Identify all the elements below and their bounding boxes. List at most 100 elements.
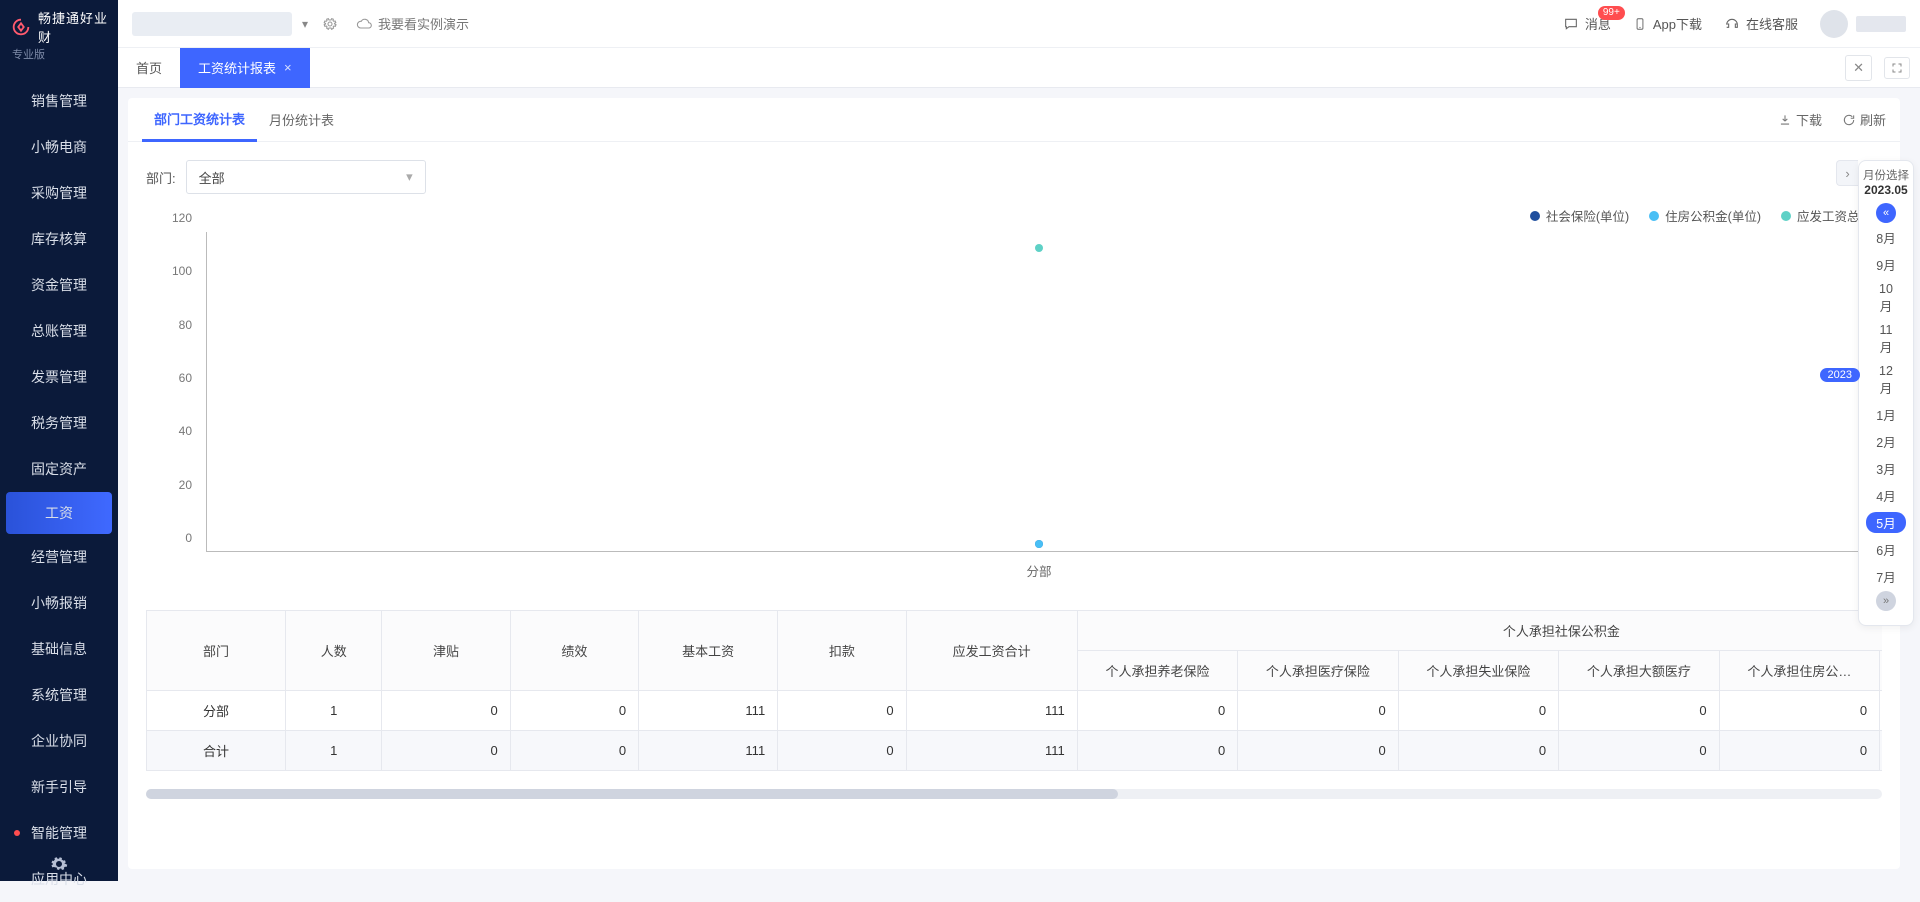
sidebar-item[interactable]: 新手引导	[0, 764, 118, 810]
month-item[interactable]: 5月	[1866, 512, 1906, 533]
refresh-icon	[1842, 113, 1856, 127]
month-item[interactable]: 2月	[1866, 431, 1906, 452]
table-cell: 0	[1077, 731, 1237, 771]
horizontal-scrollbar[interactable]	[146, 789, 1882, 799]
sidebar-item-label: 企业协同	[31, 731, 87, 751]
sidebar-item-label: 采购管理	[31, 183, 87, 203]
sidebar-item[interactable]: 总账管理	[0, 308, 118, 354]
messages-badge: 99+	[1598, 6, 1625, 20]
table-cell: 合计	[147, 731, 286, 771]
sidebar-item[interactable]: 采购管理	[0, 170, 118, 216]
month-scroll-up[interactable]: «	[1876, 203, 1896, 223]
dept-select[interactable]: 全部 ▾	[186, 160, 426, 194]
month-item[interactable]: 4月	[1866, 485, 1906, 506]
messages-button[interactable]: 消息 99+	[1563, 14, 1611, 33]
main-panel: 部门工资统计表月份统计表 下载 刷新 部门: 全部 ▾ 社会保险(单位)住房公积…	[128, 98, 1900, 869]
sub-tab[interactable]: 月份统计表	[257, 98, 346, 142]
legend-label: 社会保险(单位)	[1546, 206, 1629, 225]
chevron-down-icon: ▾	[406, 169, 413, 185]
table-cell: 111	[906, 691, 1077, 731]
close-icon[interactable]: ×	[284, 60, 292, 75]
page-tab-label: 首页	[136, 58, 162, 77]
page-tab-label: 工资统计报表	[198, 58, 276, 77]
org-selector[interactable]: ▾	[132, 12, 308, 36]
month-item[interactable]: 8月	[1866, 227, 1906, 248]
sidebar-item[interactable]: 固定资产	[0, 446, 118, 492]
table-header: 基本工资	[639, 611, 778, 691]
table-cell: 1	[286, 731, 382, 771]
month-item[interactable]: 9月	[1866, 254, 1906, 275]
month-panel-collapse[interactable]: ›	[1836, 160, 1858, 186]
sidebar-item-label: 税务管理	[31, 413, 87, 433]
legend-swatch-icon	[1781, 211, 1791, 221]
online-service-button[interactable]: 在线客服	[1724, 14, 1798, 33]
sidebar-item[interactable]: 基础信息	[0, 626, 118, 672]
table-subheader: 个人承担医疗保险	[1238, 651, 1398, 691]
sidebar-item[interactable]: 工资	[6, 492, 112, 534]
month-item[interactable]: 7月	[1866, 566, 1906, 587]
table-cell: 0	[1719, 731, 1879, 771]
month-item[interactable]: 3月	[1866, 458, 1906, 479]
app-download-button[interactable]: App下载	[1633, 14, 1702, 33]
brand-name: 畅捷通好业财	[38, 8, 108, 46]
page-tab[interactable]: 首页	[118, 48, 180, 88]
sidebar-settings-icon[interactable]	[50, 855, 68, 873]
scrollbar-thumb[interactable]	[146, 789, 1118, 799]
sidebar-item[interactable]: 智能管理	[0, 810, 118, 856]
table-cell: 分部	[147, 691, 286, 731]
chart-x-tick: 分部	[1026, 561, 1051, 580]
legend-swatch-icon	[1530, 211, 1540, 221]
month-item[interactable]: 6月	[1866, 539, 1906, 560]
table-cell: 0	[1880, 731, 1882, 771]
table-cell: 0	[1880, 691, 1882, 731]
month-item[interactable]: 1月	[1866, 404, 1906, 425]
sidebar-item-label: 小畅电商	[31, 137, 87, 157]
table-cell: 0	[510, 731, 638, 771]
cloud-icon	[356, 16, 372, 32]
sidebar-item[interactable]: 小畅电商	[0, 124, 118, 170]
app-download-label: App下载	[1653, 14, 1702, 33]
sidebar-item[interactable]: 库存核算	[0, 216, 118, 262]
table-cell: 0	[382, 731, 510, 771]
table-row: 分部1001110111000000	[147, 691, 1883, 731]
legend-item[interactable]: 住房公积金(单位)	[1649, 206, 1761, 225]
chevron-down-icon: ▾	[302, 17, 308, 31]
sub-tab[interactable]: 部门工资统计表	[142, 98, 257, 142]
month-item[interactable]: 10月	[1866, 281, 1906, 316]
chart-point	[1035, 244, 1043, 252]
sidebar-item[interactable]: 小畅报销	[0, 580, 118, 626]
page-tab[interactable]: 工资统计报表 ×	[180, 48, 310, 88]
table-cell: 0	[1398, 731, 1558, 771]
download-button[interactable]: 下载	[1778, 110, 1822, 129]
sidebar-item[interactable]: 经营管理	[0, 534, 118, 580]
y-tick: 120	[172, 211, 192, 225]
month-scroll-down[interactable]: »	[1876, 591, 1896, 611]
sidebar-item[interactable]: 税务管理	[0, 400, 118, 446]
table-header: 绩效	[510, 611, 638, 691]
sidebar-item[interactable]: 资金管理	[0, 262, 118, 308]
table-cell: 0	[1077, 691, 1237, 731]
org-name-placeholder	[132, 12, 292, 36]
fullscreen-icon[interactable]	[1884, 57, 1910, 79]
gear-icon[interactable]	[322, 16, 338, 32]
table-cell: 0	[1238, 731, 1398, 771]
month-item[interactable]: 11月	[1866, 322, 1906, 357]
brand-edition: 专业版	[0, 46, 118, 70]
demo-link[interactable]: 我要看实例演示	[356, 14, 469, 33]
sidebar-item[interactable]: 销售管理	[0, 78, 118, 124]
refresh-button[interactable]: 刷新	[1842, 110, 1886, 129]
legend-item[interactable]: 社会保险(单位)	[1530, 206, 1629, 225]
download-label: 下载	[1796, 110, 1822, 129]
user-menu[interactable]	[1820, 10, 1906, 38]
sidebar-item[interactable]: 系统管理	[0, 672, 118, 718]
table-cell: 0	[1238, 691, 1398, 731]
table-header: 人数	[286, 611, 382, 691]
table-cell: 0	[382, 691, 510, 731]
month-panel-title: 月份选择	[1859, 167, 1913, 183]
table-subheader: 个人承担住房公…	[1719, 651, 1879, 691]
tab-close-all-icon[interactable]: ✕	[1845, 55, 1872, 81]
sidebar-item[interactable]: 发票管理	[0, 354, 118, 400]
sidebar-item[interactable]: 企业协同	[0, 718, 118, 764]
month-item[interactable]: 12月	[1866, 363, 1906, 398]
sidebar-item-label: 基础信息	[31, 639, 87, 659]
